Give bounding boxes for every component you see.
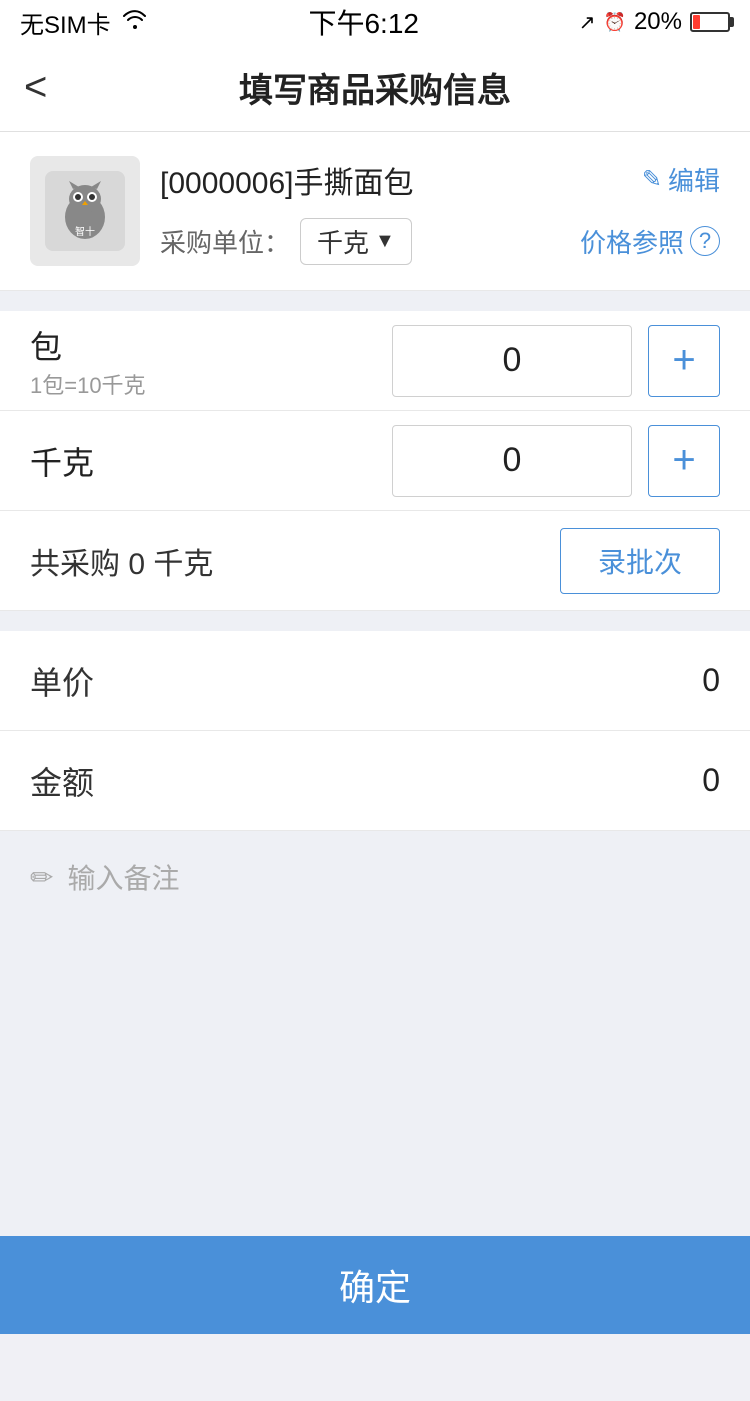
bag-plus-button[interactable]: +	[648, 325, 720, 397]
bag-input-row: 包 1包=10千克 +	[0, 311, 750, 411]
wifi-icon	[121, 8, 149, 36]
product-name: [0000006]手撕面包	[160, 158, 413, 202]
edit-icon: ✎	[642, 165, 662, 194]
product-image: 智十	[45, 171, 125, 251]
section-divider-1	[0, 291, 750, 311]
kg-plus-button[interactable]: +	[648, 425, 720, 497]
edit-label: 编辑	[668, 161, 720, 198]
kg-input-row: 千克 +	[0, 411, 750, 511]
kg-field-container: +	[150, 425, 720, 497]
amount-label: 金额	[30, 758, 94, 804]
remarks-section[interactable]: ✏ 输入备注	[0, 831, 750, 923]
bag-qty-input[interactable]	[392, 325, 632, 397]
remarks-placeholder: 输入备注	[67, 857, 179, 897]
bag-sublabel: 1包=10千克	[30, 368, 150, 400]
location-icon: ↗	[579, 10, 596, 35]
carrier-text: 无SIM卡	[20, 5, 111, 40]
unit-value: 千克	[317, 223, 369, 260]
unit-price-row: 单价 0	[0, 631, 750, 731]
nav-bar: < 填写商品采购信息	[0, 44, 750, 132]
batch-button[interactable]: 录批次	[560, 528, 720, 594]
status-left: 无SIM卡	[20, 5, 149, 40]
pencil-icon: ✏	[30, 861, 53, 894]
input-section: 包 1包=10千克 + 千克 + 共采购 0 千克 录批次	[0, 311, 750, 611]
amount-row: 金额 0	[0, 731, 750, 831]
product-info: [0000006]手撕面包 ✎ 编辑 采购单位： 千克 ▼ 价格参照 ?	[160, 158, 720, 265]
edit-button[interactable]: ✎ 编辑	[642, 161, 720, 198]
status-bar: 无SIM卡 下午6:12 ↗ ⏰ 20%	[0, 0, 750, 44]
unit-price-value: 0	[702, 662, 720, 699]
page-title: 填写商品采购信息	[239, 63, 511, 112]
bag-field-container: +	[150, 325, 720, 397]
back-button[interactable]: <	[24, 65, 47, 110]
dropdown-icon: ▼	[375, 230, 395, 253]
price-ref-button[interactable]: 价格参照 ?	[580, 223, 720, 260]
confirm-button[interactable]: 确定	[0, 1236, 750, 1334]
summary-text: 共采购 0 千克	[30, 539, 213, 583]
svg-text:智十: 智十	[75, 225, 95, 238]
battery-icon	[690, 12, 730, 32]
bag-label: 包	[30, 322, 150, 368]
help-icon: ?	[690, 226, 720, 256]
price-section: 单价 0 金额 0	[0, 631, 750, 831]
amount-value: 0	[702, 762, 720, 799]
summary-row: 共采购 0 千克 录批次	[0, 511, 750, 611]
kg-qty-input[interactable]	[392, 425, 632, 497]
price-ref-label: 价格参照	[580, 223, 684, 260]
unit-price-label: 单价	[30, 658, 94, 704]
status-right: ↗ ⏰ 20%	[579, 8, 730, 36]
bag-label-container: 包 1包=10千克	[30, 322, 150, 400]
alarm-icon: ⏰	[604, 12, 626, 33]
product-card: 智十 [0000006]手撕面包 ✎ 编辑 采购单位： 千克 ▼	[0, 132, 750, 291]
section-divider-2	[0, 611, 750, 631]
product-info-top: [0000006]手撕面包 ✎ 编辑	[160, 158, 720, 202]
product-info-bottom: 采购单位： 千克 ▼ 价格参照 ?	[160, 218, 720, 265]
unit-label: 采购单位： 千克 ▼	[160, 218, 412, 265]
product-thumbnail: 智十	[30, 156, 140, 266]
kg-label-container: 千克	[30, 438, 150, 484]
battery-percent: 20%	[634, 8, 682, 36]
kg-label: 千克	[30, 438, 150, 484]
status-time: 下午6:12	[308, 2, 419, 42]
unit-select[interactable]: 千克 ▼	[300, 218, 412, 265]
confirm-label: 确定	[339, 1259, 411, 1311]
unit-label-text: 采购单位：	[160, 223, 290, 260]
